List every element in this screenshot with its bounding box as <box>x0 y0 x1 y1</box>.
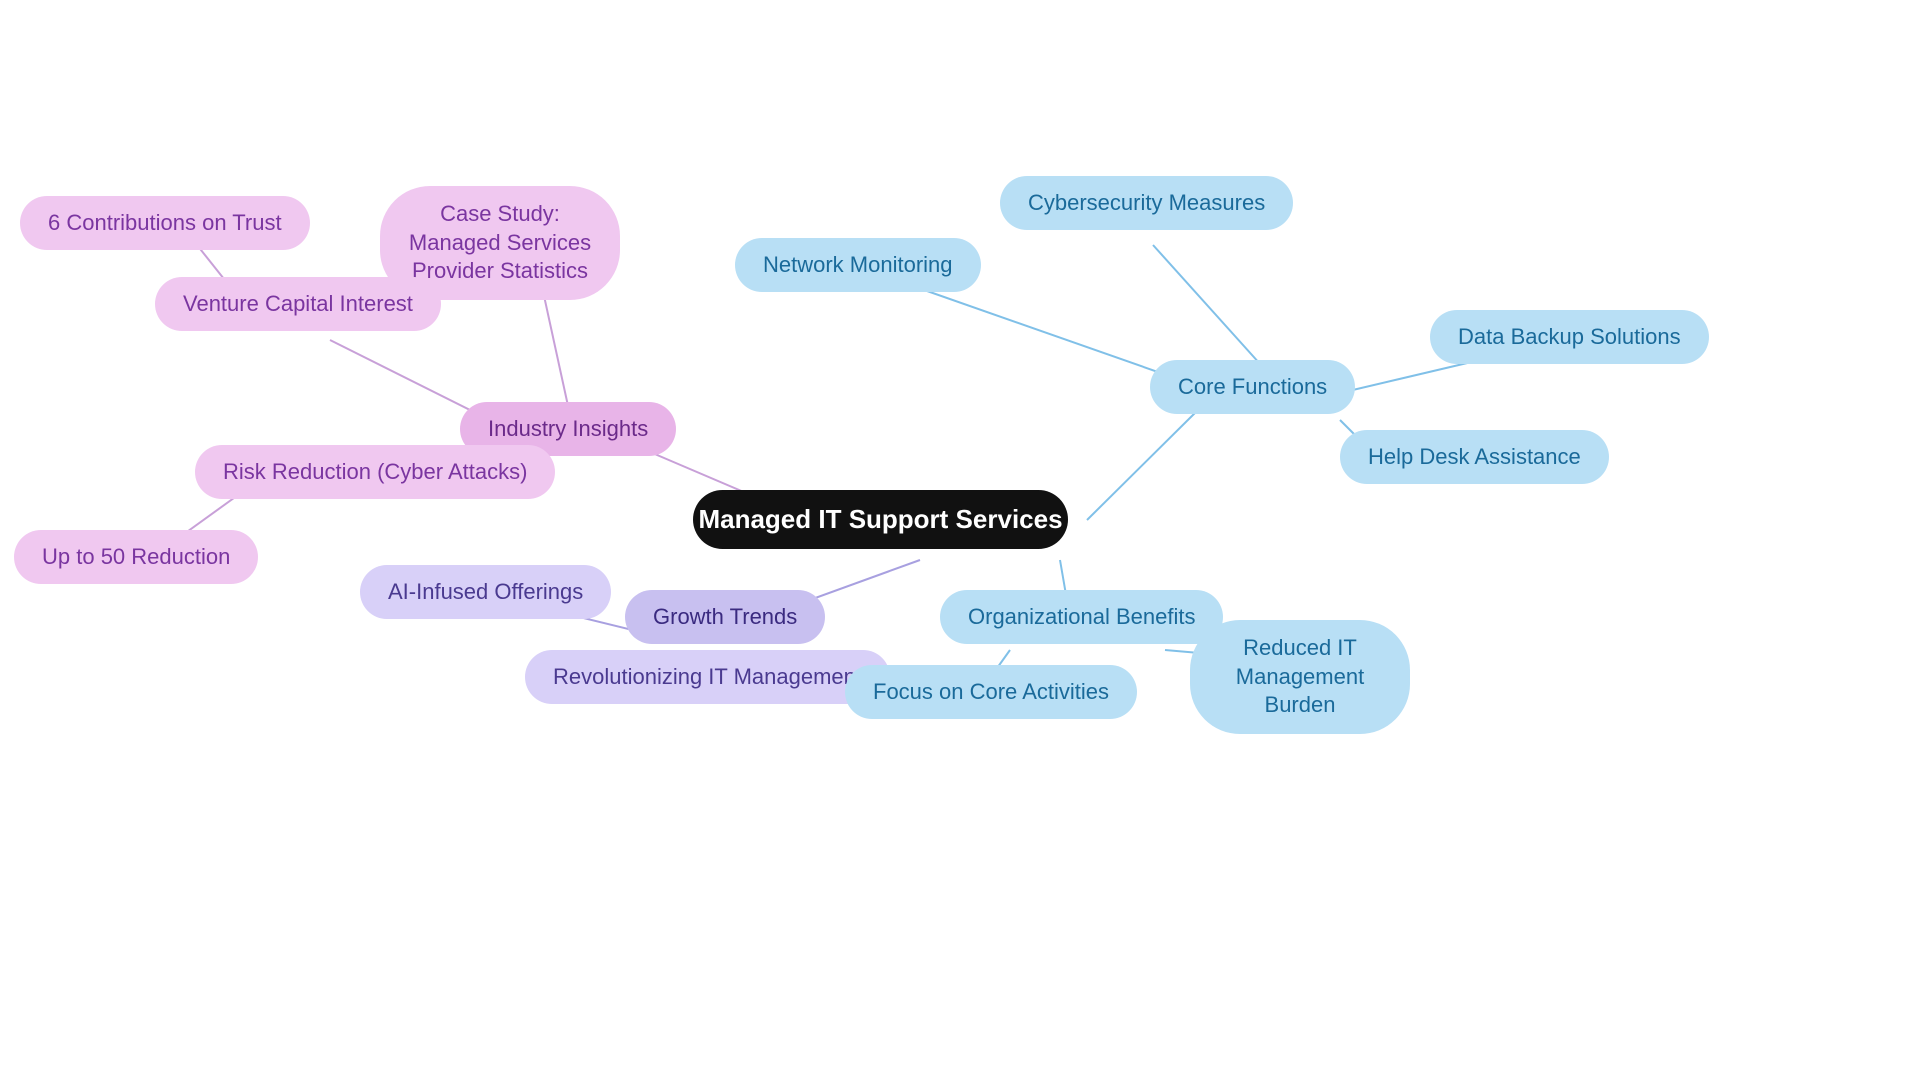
ai-infused-node[interactable]: AI-Infused Offerings <box>360 565 611 619</box>
network-monitoring-label: Network Monitoring <box>763 252 953 278</box>
venture-capital-node[interactable]: Venture Capital Interest <box>155 277 441 331</box>
cybersecurity-label: Cybersecurity Measures <box>1028 190 1265 216</box>
revolutionizing-node[interactable]: Revolutionizing IT Management <box>525 650 890 704</box>
growth-trends-node[interactable]: Growth Trends <box>625 590 825 644</box>
contributions-trust-node[interactable]: 6 Contributions on Trust <box>20 196 310 250</box>
core-functions-label: Core Functions <box>1178 374 1327 400</box>
ai-infused-label: AI-Infused Offerings <box>388 579 583 605</box>
up-to-50-label: Up to 50 Reduction <box>42 544 230 570</box>
venture-capital-label: Venture Capital Interest <box>183 291 413 317</box>
help-desk-node[interactable]: Help Desk Assistance <box>1340 430 1609 484</box>
risk-reduction-label: Risk Reduction (Cyber Attacks) <box>223 459 527 485</box>
org-benefits-label: Organizational Benefits <box>968 604 1195 630</box>
contributions-trust-label: 6 Contributions on Trust <box>48 210 282 236</box>
reduced-burden-label: Reduced IT Management Burden <box>1218 634 1382 720</box>
network-monitoring-node[interactable]: Network Monitoring <box>735 238 981 292</box>
focus-core-node[interactable]: Focus on Core Activities <box>845 665 1137 719</box>
reduced-burden-node[interactable]: Reduced IT Management Burden <box>1190 620 1410 734</box>
growth-trends-label: Growth Trends <box>653 604 797 630</box>
org-benefits-node[interactable]: Organizational Benefits <box>940 590 1223 644</box>
case-study-label: Case Study: Managed Services Provider St… <box>408 200 592 286</box>
help-desk-label: Help Desk Assistance <box>1368 444 1581 470</box>
focus-core-label: Focus on Core Activities <box>873 679 1109 705</box>
center-label: Managed IT Support Services <box>698 504 1062 535</box>
cybersecurity-node[interactable]: Cybersecurity Measures <box>1000 176 1293 230</box>
revolutionizing-label: Revolutionizing IT Management <box>553 664 862 690</box>
core-functions-node[interactable]: Core Functions <box>1150 360 1355 414</box>
industry-insights-label: Industry Insights <box>488 416 648 442</box>
up-to-50-node[interactable]: Up to 50 Reduction <box>14 530 258 584</box>
center-node[interactable]: Managed IT Support Services <box>693 490 1068 549</box>
data-backup-node[interactable]: Data Backup Solutions <box>1430 310 1709 364</box>
risk-reduction-node[interactable]: Risk Reduction (Cyber Attacks) <box>195 445 555 499</box>
data-backup-label: Data Backup Solutions <box>1458 324 1681 350</box>
